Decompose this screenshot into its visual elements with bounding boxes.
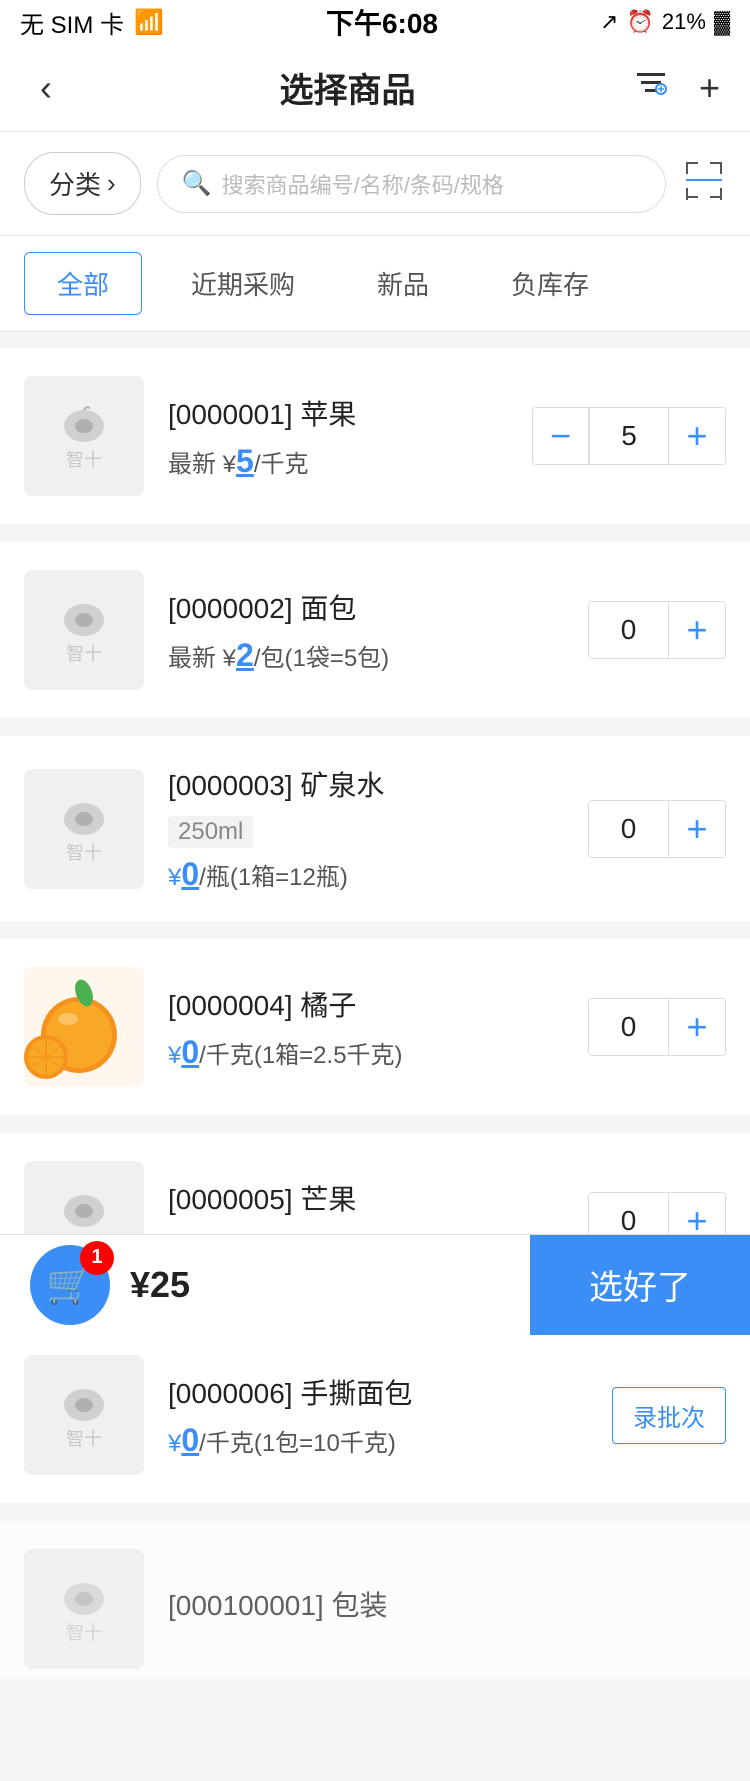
status-bar: 无 SIM 卡 📶 下午6:08 ↗ ⏰ 21% ▓ [0, 0, 750, 44]
page-title: 选择商品 [279, 63, 415, 112]
placeholder-brand-2: 智十 [66, 640, 102, 666]
product-info-packaging: [000100001] 包装 [168, 1584, 726, 1634]
nav-actions: + [633, 65, 720, 110]
qty-box-tangerine: + [588, 998, 726, 1056]
status-time: 下午6:08 [326, 2, 438, 42]
filter-button[interactable] [633, 65, 669, 110]
status-right: ↗ ⏰ 21% ▓ [600, 9, 730, 35]
cart-section: 🛒 1 ¥25 [0, 1245, 530, 1325]
placeholder-brand: 智十 [66, 446, 102, 472]
product-controls-apple: − + [532, 407, 726, 465]
product-name-apple: [0000001] 苹果 [168, 393, 508, 433]
product-info-tangerine: [0000004] 橘子 ¥0/千克(1箱=2.5千克) [168, 984, 564, 1071]
product-name-tangerine: [0000004] 橘子 [168, 984, 564, 1024]
increment-apple[interactable]: + [669, 408, 725, 464]
product-thumb-packaging: 智十 [24, 1549, 144, 1669]
battery-icon: ▓ [714, 9, 730, 35]
tab-all[interactable]: 全部 [24, 252, 142, 315]
product-price-tangerine: ¥0/千克(1箱=2.5千克) [168, 1034, 564, 1071]
back-button[interactable]: ‹ [30, 57, 62, 119]
nav-bar: ‹ 选择商品 + [0, 44, 750, 132]
qty-box-bread: + [588, 601, 726, 659]
product-thumb-bread: 智十 [24, 570, 144, 690]
product-info-shredded-bread: [0000006] 手撕面包 ¥0/千克(1包=10千克) [168, 1372, 588, 1459]
add-button[interactable]: + [699, 67, 720, 109]
category-button[interactable]: 分类 › [24, 152, 141, 215]
status-carrier: 无 SIM 卡 📶 [20, 5, 164, 40]
product-info-bread: [0000002] 面包 最新 ¥2/包(1袋=5包) [168, 587, 564, 674]
product-info-apple: [0000001] 苹果 最新 ¥5/千克 [168, 393, 508, 480]
product-item-tangerine: [0000004] 橘子 ¥0/千克(1箱=2.5千克) + [0, 939, 750, 1115]
battery-text: 21% [662, 9, 706, 35]
product-info-water: [0000003] 矿泉水 250ml ¥0/瓶(1箱=12瓶) [168, 764, 564, 893]
placeholder-brand-3: 智十 [66, 839, 102, 865]
category-label: 分类 [49, 165, 101, 202]
product-list: 智十 [0000001] 苹果 最新 ¥5/千克 − + [0, 348, 750, 1679]
qty-box-apple: − + [532, 407, 726, 465]
alarm-icon: ⏰ [626, 9, 653, 35]
category-chevron: › [107, 168, 116, 199]
product-thumb-tangerine [24, 967, 144, 1087]
tab-bar: 全部 近期采购 新品 负库存 [0, 236, 750, 332]
wifi-icon: 📶 [134, 8, 164, 37]
location-icon: ↗ [600, 9, 618, 35]
product-controls-bread: + [588, 601, 726, 659]
product-thumb-water: 智十 [24, 769, 144, 889]
increment-bread[interactable]: + [669, 602, 725, 658]
product-name-bread: [0000002] 面包 [168, 587, 564, 627]
product-price-apple: 最新 ¥5/千克 [168, 443, 508, 480]
qty-input-apple[interactable] [589, 408, 669, 464]
product-spec-water: 250ml [168, 816, 253, 848]
product-item-packaging: 智十 [000100001] 包装 [0, 1521, 750, 1679]
product-controls-water: + [588, 800, 726, 858]
carrier-text: 无 SIM 卡 [20, 5, 124, 40]
decrement-apple[interactable]: − [533, 408, 589, 464]
product-item-bread: 智十 [0000002] 面包 最新 ¥2/包(1袋=5包) + [0, 542, 750, 718]
batch-button[interactable]: 录批次 [612, 1387, 726, 1444]
filter-bar: 分类 › 🔍 搜索商品编号/名称/条码/规格 [0, 132, 750, 236]
product-controls-tangerine: + [588, 998, 726, 1056]
product-item-apple: 智十 [0000001] 苹果 最新 ¥5/千克 − + [0, 348, 750, 524]
cart-badge: 1 [80, 1241, 114, 1275]
product-price-water: ¥0/瓶(1箱=12瓶) [168, 856, 564, 893]
search-icon: 🔍 [182, 169, 212, 198]
bottom-bar: 🛒 1 ¥25 选好了 [0, 1234, 750, 1334]
cart-button[interactable]: 🛒 1 [30, 1245, 110, 1325]
qty-input-water[interactable] [589, 801, 669, 857]
product-name-packaging: [000100001] 包装 [168, 1584, 726, 1624]
placeholder-brand-7: 智十 [66, 1619, 102, 1645]
product-name-mango: [0000005] 芒果 [168, 1178, 564, 1218]
product-price-shredded-bread: ¥0/千克(1包=10千克) [168, 1422, 588, 1459]
qty-box-water: + [588, 800, 726, 858]
scan-button[interactable] [682, 158, 726, 210]
product-thumb-apple: 智十 [24, 376, 144, 496]
tab-negative[interactable]: 负库存 [478, 252, 622, 315]
product-thumb-shredded-bread: 智十 [24, 1355, 144, 1475]
confirm-button[interactable]: 选好了 [530, 1235, 750, 1335]
placeholder-brand-6: 智十 [66, 1425, 102, 1451]
product-name-water: [0000003] 矿泉水 [168, 764, 564, 804]
product-item-water: 智十 [0000003] 矿泉水 250ml ¥0/瓶(1箱=12瓶) + [0, 736, 750, 921]
search-placeholder: 搜索商品编号/名称/条码/规格 [222, 168, 504, 200]
cart-total: ¥25 [130, 1264, 190, 1306]
increment-water[interactable]: + [669, 801, 725, 857]
product-price-bread: 最新 ¥2/包(1袋=5包) [168, 637, 564, 674]
search-box[interactable]: 🔍 搜索商品编号/名称/条码/规格 [157, 155, 666, 213]
product-item-shredded-bread: 智十 [0000006] 手撕面包 ¥0/千克(1包=10千克) 录批次 [0, 1327, 750, 1503]
qty-input-tangerine[interactable] [589, 999, 669, 1055]
qty-input-bread[interactable] [589, 602, 669, 658]
product-controls-shredded-bread: 录批次 [612, 1387, 726, 1444]
tab-new[interactable]: 新品 [344, 252, 462, 315]
tab-recent[interactable]: 近期采购 [158, 252, 328, 315]
product-name-shredded-bread: [0000006] 手撕面包 [168, 1372, 588, 1412]
increment-tangerine[interactable]: + [669, 999, 725, 1055]
